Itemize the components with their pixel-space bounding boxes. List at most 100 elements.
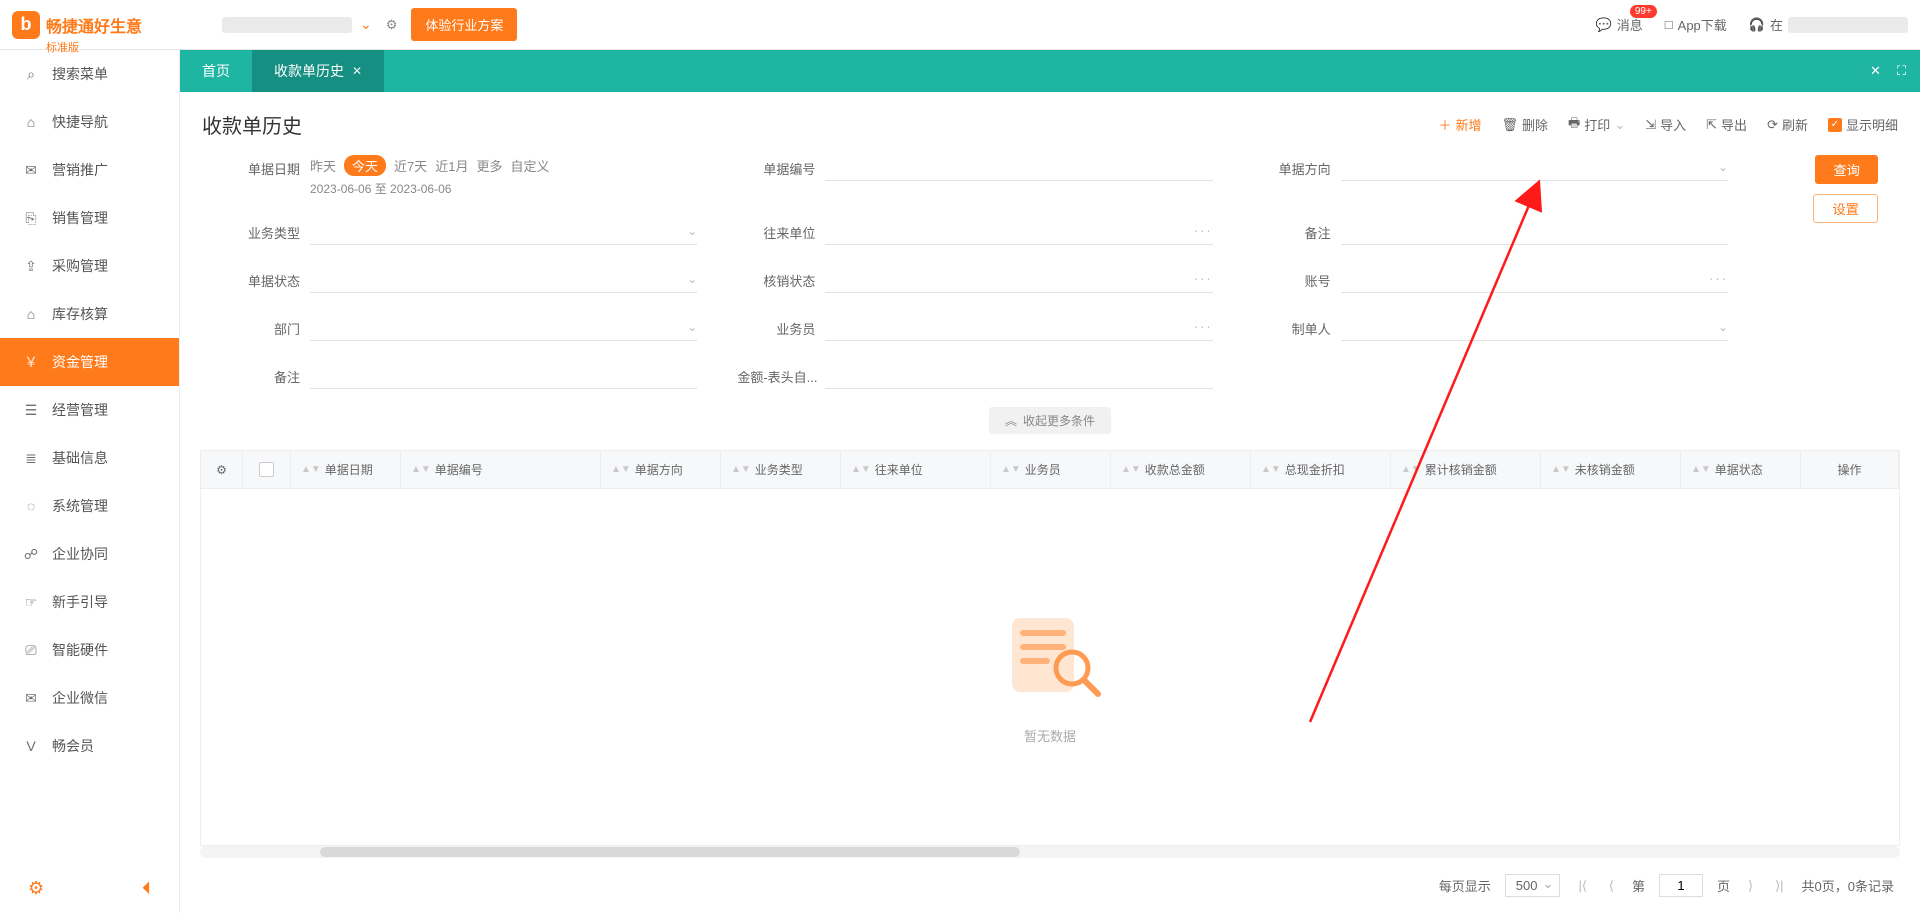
dept-select[interactable]: ⌄ xyxy=(310,315,697,341)
app-download-link[interactable]: □ App下载 xyxy=(1665,15,1727,34)
sidebar-item-quicknav[interactable]: ⌂快捷导航 xyxy=(0,98,179,146)
preset-yesterday[interactable]: 昨天 xyxy=(310,156,336,175)
sidebar-item-inventory[interactable]: ⌂ 库存核算 xyxy=(0,290,179,338)
collapse-sidebar-icon[interactable]: ⏴ xyxy=(142,878,151,899)
sidebar-item-wecom[interactable]: ✉企业微信 xyxy=(0,674,179,722)
sidebar-item-operations[interactable]: ☰经营管理 xyxy=(0,386,179,434)
prev-page-button[interactable]: ⟨ xyxy=(1605,878,1618,894)
maker-select[interactable]: ⌄ xyxy=(1341,315,1728,341)
show-detail-toggle[interactable]: ✓显示明细 xyxy=(1828,115,1898,134)
col-total[interactable]: ▲▼收款总金额 xyxy=(1111,451,1251,488)
try-industry-button[interactable]: 体验行业方案 xyxy=(411,8,517,41)
filter-remark: 备注 xyxy=(1253,219,1728,245)
more-icon: ··· xyxy=(1194,223,1213,238)
refresh-button[interactable]: ⟳刷新 xyxy=(1767,115,1808,134)
biz-type-select[interactable]: ⌄ xyxy=(310,219,697,245)
sidebar-item-guide[interactable]: ☞新手引导 xyxy=(0,578,179,626)
col-biztype[interactable]: ▲▼业务类型 xyxy=(721,451,841,488)
col-docno[interactable]: ▲▼单据编号 xyxy=(401,451,601,488)
sidebar-item-label: 经营管理 xyxy=(52,400,108,420)
verify-status-picker[interactable]: ··· xyxy=(825,267,1212,293)
col-operator[interactable]: ▲▼业务员 xyxy=(991,451,1111,488)
query-button[interactable]: 查询 xyxy=(1815,155,1878,184)
fullscreen-icon[interactable]: ⛶ xyxy=(1897,63,1906,79)
tab-close-all-icon[interactable]: ✕ xyxy=(1870,63,1881,79)
date-range-value: 2023-06-06 至 2023-06-06 xyxy=(310,180,550,197)
preset-7d[interactable]: 近7天 xyxy=(394,156,427,175)
last-page-button[interactable]: ⟩| xyxy=(1771,878,1787,894)
filter-verify-status: 核销状态 ··· xyxy=(737,267,1212,293)
amount-head-input[interactable] xyxy=(825,363,1212,389)
col-date[interactable]: ▲▼单据日期 xyxy=(291,451,401,488)
main: 首页 收款单历史 ✕ ✕ ⛶ 收款单历史 ＋新增 🗑删除 🖶打印⌄ xyxy=(180,50,1920,913)
sidebar-item-label: 智能硬件 xyxy=(52,640,108,660)
doc-no-input[interactable] xyxy=(825,155,1212,181)
org-selector[interactable]: ⌄ xyxy=(222,16,372,33)
field-label: 业务类型 xyxy=(222,219,300,242)
column-config-button[interactable]: ⚙ xyxy=(201,451,243,488)
col-discount[interactable]: ▲▼总现金折扣 xyxy=(1251,451,1391,488)
gear-icon[interactable]: ⚙ xyxy=(28,878,44,899)
col-direction[interactable]: ▲▼单据方向 xyxy=(601,451,721,488)
import-button[interactable]: ⇲导入 xyxy=(1645,115,1686,134)
print-button[interactable]: 🖶打印⌄ xyxy=(1568,114,1625,136)
sidebar-item-marketing[interactable]: ✉营销推广 xyxy=(0,146,179,194)
warehouse-icon: ⌂ xyxy=(22,306,40,322)
checkbox-checked-icon: ✓ xyxy=(1828,118,1842,132)
col-verified[interactable]: ▲▼累计核销金额 xyxy=(1391,451,1541,488)
doc-status-select[interactable]: ⌄ xyxy=(310,267,697,293)
gear-icon[interactable]: ⚙ xyxy=(386,17,398,33)
export-button[interactable]: ⇱导出 xyxy=(1706,115,1747,134)
preset-custom[interactable]: 自定义 xyxy=(511,156,550,175)
sidebar-item-sales[interactable]: ⎘销售管理 xyxy=(0,194,179,242)
preset-more[interactable]: 更多 xyxy=(477,156,503,175)
per-page-select[interactable]: 500 xyxy=(1505,874,1561,897)
collapse-filters-button[interactable]: ︽ 收起更多条件 xyxy=(989,407,1111,434)
operator-picker[interactable]: ··· xyxy=(825,315,1212,341)
tab-receipt-history[interactable]: 收款单历史 ✕ xyxy=(252,50,384,92)
delete-button[interactable]: 🗑删除 xyxy=(1501,115,1548,134)
horizontal-scrollbar[interactable] xyxy=(200,846,1900,858)
remark2-input[interactable] xyxy=(310,363,697,389)
sidebar-item-member[interactable]: V畅会员 xyxy=(0,722,179,770)
col-unverified[interactable]: ▲▼未核销金额 xyxy=(1541,451,1681,488)
direction-select[interactable]: ⌄ xyxy=(1341,155,1728,181)
preset-1m[interactable]: 近1月 xyxy=(435,156,468,175)
account-picker[interactable]: ··· xyxy=(1341,267,1728,293)
scrollbar-thumb[interactable] xyxy=(320,847,1020,857)
sort-icon: ▲▼ xyxy=(1551,466,1571,474)
sidebar-item-funds[interactable]: ￥资金管理 xyxy=(0,338,179,386)
close-icon[interactable]: ✕ xyxy=(352,64,362,78)
sidebar-item-basicinfo[interactable]: ≣基础信息 xyxy=(0,434,179,482)
sidebar-item-label: 库存核算 xyxy=(52,304,108,324)
col-status[interactable]: ▲▼单据状态 xyxy=(1681,451,1801,488)
sort-icon: ▲▼ xyxy=(301,466,321,474)
settings-button[interactable]: 设置 xyxy=(1813,194,1878,223)
sidebar: ⌕搜索菜单 ⌂快捷导航 ✉营销推广 ⎘销售管理 ⇪采购管理 ⌂ 库存核算 ￥资金管… xyxy=(0,50,180,913)
collapse-label: 收起更多条件 xyxy=(1023,412,1095,429)
action-label: 打印 xyxy=(1584,115,1610,134)
messages-link[interactable]: 💬 消息 99+ xyxy=(1596,15,1643,34)
next-page-button[interactable]: ⟩ xyxy=(1744,878,1757,894)
more-icon: ··· xyxy=(1709,271,1728,286)
preset-today[interactable]: 今天 xyxy=(344,155,386,176)
online-status[interactable]: 🎧 在 xyxy=(1749,15,1908,34)
sidebar-item-collab[interactable]: ☍企业协同 xyxy=(0,530,179,578)
sidebar-item-search[interactable]: ⌕搜索菜单 xyxy=(0,50,179,98)
sidebar-item-hardware[interactable]: ⎚智能硬件 xyxy=(0,626,179,674)
tab-home[interactable]: 首页 xyxy=(180,50,252,92)
field-label: 核销状态 xyxy=(737,267,815,290)
col-partner[interactable]: ▲▼往来单位 xyxy=(841,451,991,488)
add-button[interactable]: ＋新增 xyxy=(1438,115,1481,134)
tab-label: 首页 xyxy=(202,61,230,81)
select-all-checkbox[interactable] xyxy=(243,451,291,488)
partner-picker[interactable]: ··· xyxy=(825,219,1212,245)
sidebar-item-purchase[interactable]: ⇪采购管理 xyxy=(0,242,179,290)
page-input[interactable] xyxy=(1659,874,1703,897)
topbar: b 畅捷通好生意 标准版 ⌄ ⚙ 体验行业方案 💬 消息 99+ □ App下载… xyxy=(0,0,1920,50)
refresh-icon: ⟳ xyxy=(1767,117,1778,133)
remark-input[interactable] xyxy=(1341,219,1728,245)
sidebar-item-system[interactable]: ◌系统管理 xyxy=(0,482,179,530)
first-page-button[interactable]: |⟨ xyxy=(1574,878,1590,894)
field-label: 单据方向 xyxy=(1253,155,1331,178)
